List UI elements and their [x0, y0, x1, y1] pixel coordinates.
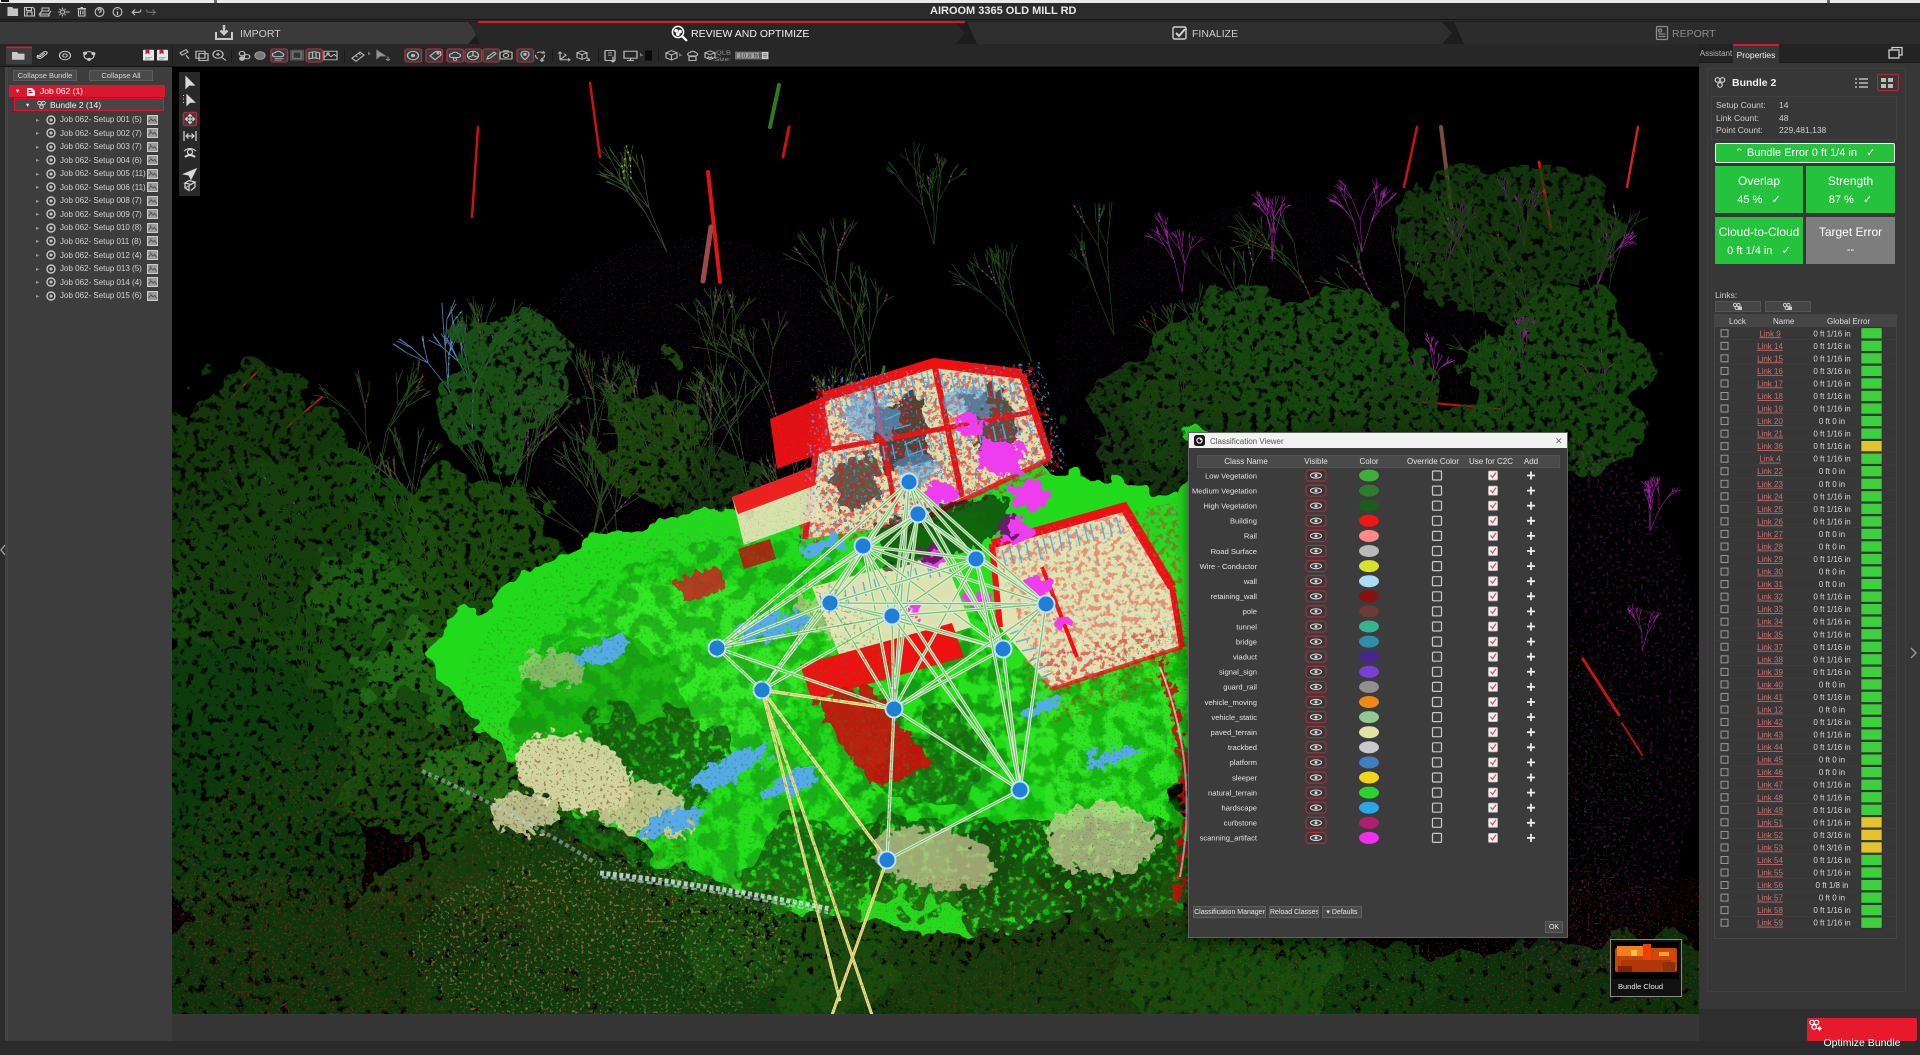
svg-text:paved_terrain: paved_terrain	[1211, 728, 1257, 737]
svg-text:platform: platform	[1230, 758, 1257, 767]
svg-text:trackbed: trackbed	[1228, 743, 1257, 752]
svg-text:hardscape: hardscape	[1222, 804, 1257, 813]
svg-text:Road Surface: Road Surface	[1211, 547, 1257, 556]
svg-text:Size:: Size:	[714, 57, 731, 63]
svg-text:scanning_artifact: scanning_artifact	[1200, 834, 1258, 843]
svg-text:tunnel: tunnel	[1236, 622, 1257, 631]
svg-text:bridge: bridge	[1236, 637, 1257, 646]
svg-text:signal_sign: signal_sign	[1219, 668, 1257, 677]
svg-text:Building: Building	[1230, 517, 1257, 526]
svg-text:High Vegetation: High Vegetation	[1203, 502, 1257, 511]
svg-text:vehicle_static: vehicle_static	[1211, 713, 1257, 722]
svg-text:viaduct: viaduct	[1233, 653, 1258, 662]
svg-text:10.8 ft/in: 10.8 ft/in	[739, 54, 764, 59]
svg-text:Low Vegetation: Low Vegetation	[1205, 471, 1257, 480]
svg-text:QLB: QLB	[716, 50, 732, 56]
svg-text:Rail: Rail	[1244, 532, 1257, 541]
svg-text:pole: pole	[1243, 607, 1257, 616]
svg-text:Medium Vegetation: Medium Vegetation	[1192, 486, 1257, 495]
svg-text:curbstone: curbstone	[1224, 819, 1257, 828]
svg-text:sleeper: sleeper	[1232, 773, 1257, 782]
svg-text:vehicle_moving: vehicle_moving	[1205, 698, 1257, 707]
svg-text:retaining_wall: retaining_wall	[1211, 592, 1258, 601]
svg-text:wall: wall	[1243, 577, 1257, 586]
svg-text:guard_rail: guard_rail	[1223, 683, 1257, 692]
svg-text:Wire - Conductor: Wire - Conductor	[1200, 562, 1258, 571]
svg-text:natural_terrain: natural_terrain	[1208, 788, 1257, 797]
